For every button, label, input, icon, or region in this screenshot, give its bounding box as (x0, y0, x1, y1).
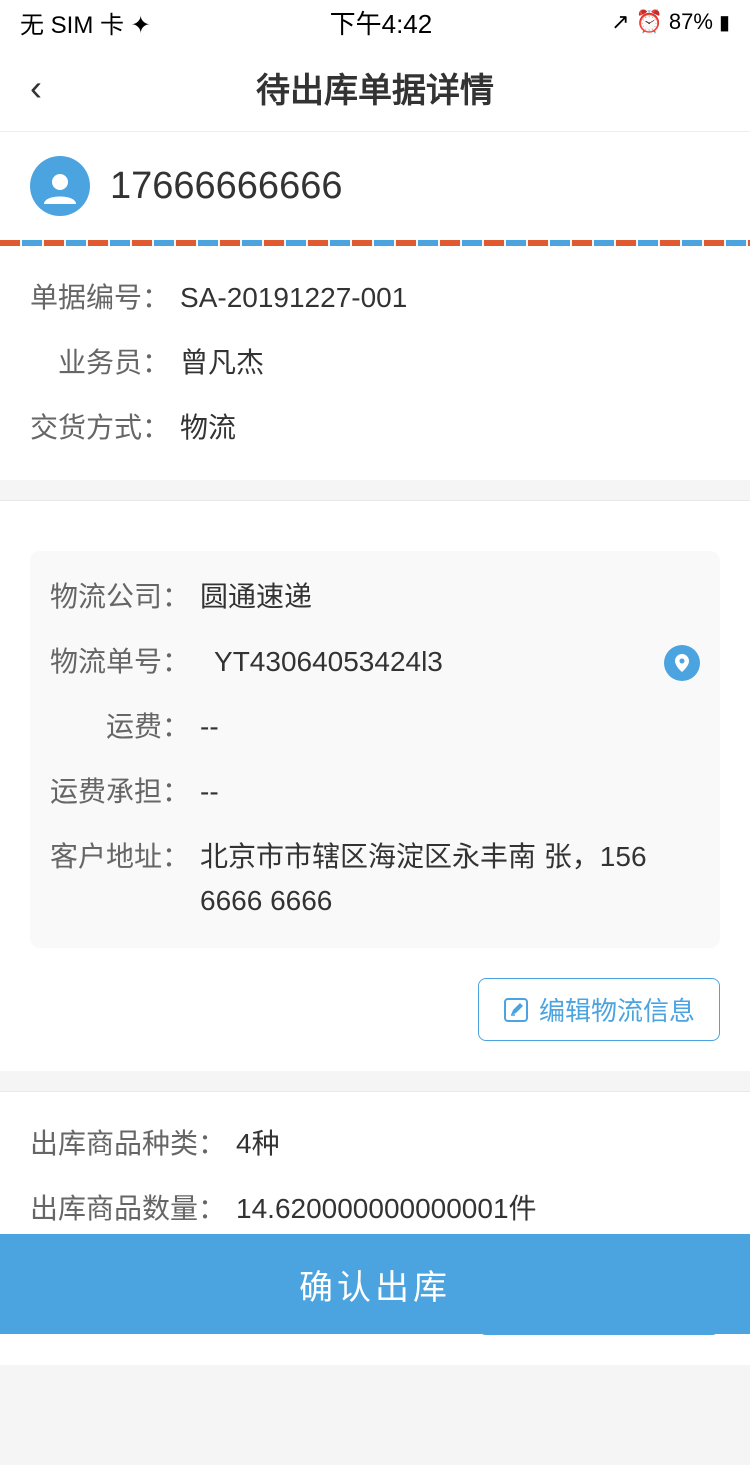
status-time: 下午4:42 (330, 4, 433, 41)
delivery-method-label: 交货方式： (30, 406, 170, 451)
confirm-button[interactable]: 确认出库 (0, 1234, 750, 1334)
freight-bearer-value: -- (190, 770, 700, 815)
freight-value: -- (190, 705, 700, 750)
address-value: 北京市市辖区海淀区永丰南 张，156 6666 6666 (190, 835, 700, 925)
document-no-row: 单据编号： SA-20191227-001 (30, 276, 720, 321)
logistics-company-label: 物流公司： (50, 575, 190, 620)
battery-icon: ▮ (719, 10, 730, 35)
freight-bearer-label: 运费承担： (50, 770, 190, 815)
freight-label: 运费： (50, 705, 190, 750)
status-bar: 无 SIM 卡 ✦ 下午4:42 ↗ ⏰ 87% ▮ (0, 0, 750, 44)
page-title: 待出库单据详情 (256, 63, 494, 112)
tracking-no-row: 物流单号： YT43064053424l3 (50, 640, 700, 685)
document-no-value: SA-20191227-001 (170, 276, 720, 321)
sim-status: 无 SIM 卡 ✦ (20, 5, 151, 40)
goods-quantity-label: 出库商品数量： (30, 1187, 226, 1232)
address-row: 客户地址： 北京市市辖区海淀区永丰南 张，156 6666 6666 (50, 835, 700, 925)
logistics-company-row: 物流公司： 圆通速递 (50, 575, 700, 620)
avatar (30, 156, 90, 216)
edit-logistics-button[interactable]: 编辑物流信息 (478, 978, 720, 1041)
freight-row: 运费： -- (50, 705, 700, 750)
goods-type-value: 4种 (226, 1122, 720, 1167)
logistics-section: 物流公司： 圆通速递 物流单号： YT43064053424l3 运费： -- … (0, 501, 750, 1071)
sales-person-row: 业务员： 曾凡杰 (30, 341, 720, 386)
tracking-no-value: YT43064053424l3 (204, 640, 650, 685)
edit-logistics-btn-container: 编辑物流信息 (30, 968, 720, 1041)
sales-person-value: 曾凡杰 (170, 341, 720, 386)
basic-info-section: 单据编号： SA-20191227-001 业务员： 曾凡杰 交货方式： 物流 (0, 246, 750, 480)
logistics-card: 物流公司： 圆通速递 物流单号： YT43064053424l3 运费： -- … (30, 551, 720, 948)
goods-quantity-value: 14.620000000000001件 (226, 1187, 720, 1232)
back-button[interactable]: ‹ (30, 67, 42, 109)
address-label: 客户地址： (50, 835, 190, 880)
status-right: ↗ ⏰ 87% ▮ (611, 9, 730, 35)
track-location-icon[interactable] (664, 645, 700, 681)
logistics-company-value: 圆通速递 (190, 575, 700, 620)
tracking-no-label: 物流单号： (50, 640, 190, 685)
document-no-label: 单据编号： (30, 276, 170, 321)
freight-bearer-row: 运费承担： -- (50, 770, 700, 815)
goods-type-row: 出库商品种类： 4种 (30, 1122, 720, 1167)
goods-quantity-row: 出库商品数量： 14.620000000000001件 (30, 1187, 720, 1232)
sales-person-label: 业务员： (30, 341, 170, 386)
customer-phone: 17666666666 (110, 165, 342, 208)
goods-type-label: 出库商品种类： (30, 1122, 226, 1167)
battery-level: 87% (669, 9, 713, 35)
delivery-method-value: 物流 (170, 406, 720, 451)
edit-logistics-label: 编辑物流信息 (539, 991, 695, 1028)
phone-header: 17666666666 (0, 132, 750, 240)
nav-bar: ‹ 待出库单据详情 (0, 44, 750, 132)
delivery-method-row: 交货方式： 物流 (30, 406, 720, 451)
bottom-space (0, 1365, 750, 1465)
location-icon: ↗ (611, 9, 629, 35)
status-left: 无 SIM 卡 ✦ (20, 5, 151, 40)
confirm-btn-label: 确认出库 (299, 1260, 451, 1309)
alarm-icon: ⏰ (636, 9, 663, 35)
